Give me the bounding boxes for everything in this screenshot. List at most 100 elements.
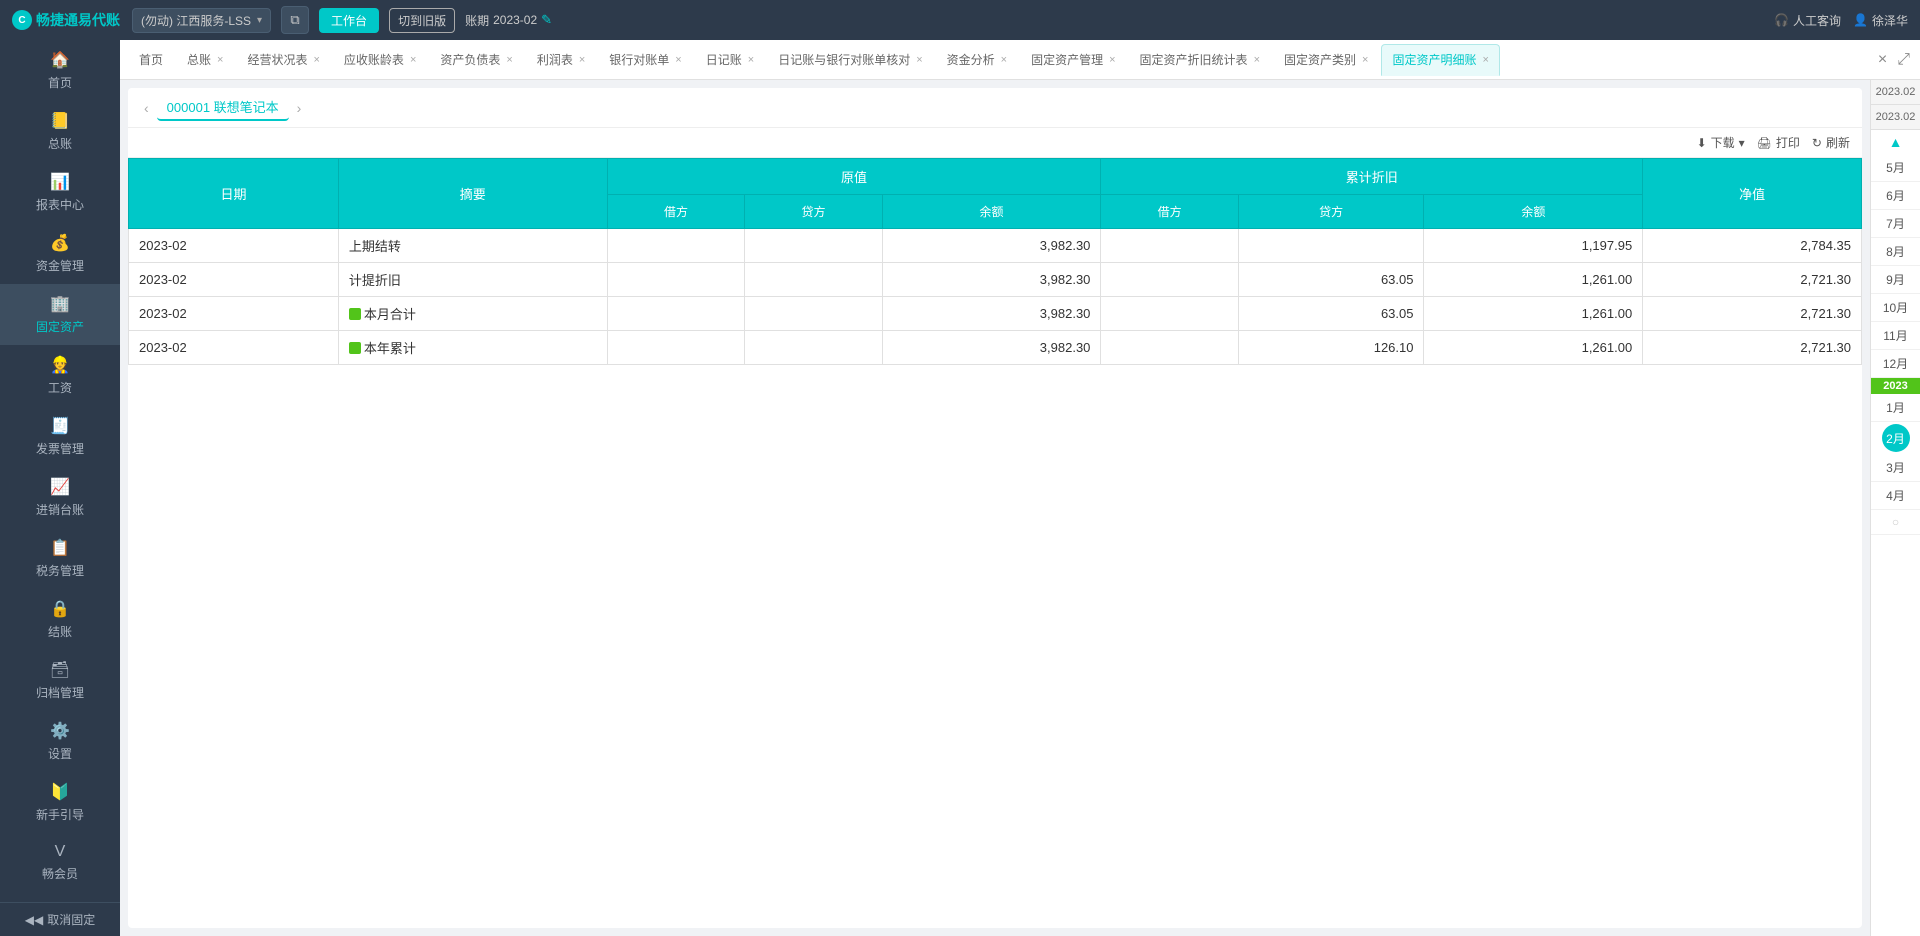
workbench-button[interactable]: 工作台	[319, 8, 379, 33]
tab-close-bank-voucher-tab[interactable]: ×	[675, 54, 681, 66]
tab-close-fixed-manage-tab[interactable]: ×	[1109, 54, 1115, 66]
tab-journal-tab[interactable]: 日记账×	[695, 44, 765, 76]
headset-icon: 🎧	[1774, 13, 1789, 27]
cell-net-value: 2,721.30	[1643, 331, 1862, 365]
cell-date: 2023-02	[129, 229, 339, 263]
tab-close-status-tab[interactable]: ×	[313, 54, 319, 66]
sidebar-item-wages[interactable]: 👷 工资	[0, 345, 120, 406]
user-menu[interactable]: 👤 徐泽华	[1853, 12, 1908, 29]
unpin-sidebar-button[interactable]: ◀◀ 取消固定	[0, 902, 120, 936]
tab-fixed-manage-tab[interactable]: 固定资产管理 ×	[1020, 44, 1126, 76]
company-chevron-icon: ▾	[257, 15, 262, 26]
tab-close-journal-bank-tab[interactable]: ×	[916, 54, 922, 66]
tab-status-tab[interactable]: 经营状况表×	[236, 44, 330, 76]
tab-fixed-deprec-tab[interactable]: 固定资产折旧统计表×	[1129, 44, 1271, 76]
user-service-button[interactable]: 🎧 人工客询	[1774, 12, 1841, 29]
cell-date: 2023-02	[129, 297, 339, 331]
tab-receivable-tab[interactable]: 应收账龄表×	[333, 44, 427, 76]
company-name: (勿动) 江西服务-LSS	[141, 12, 251, 29]
tab-label-bank-voucher-tab: 银行对账单	[609, 51, 669, 68]
tab-bank-voucher-tab[interactable]: 银行对账单 ×	[598, 44, 692, 76]
switch-version-button[interactable]: 切到旧版	[389, 8, 455, 33]
tab-close-journal-tab[interactable]: ×	[748, 54, 754, 66]
print-button[interactable]: 🖨 打印	[1757, 134, 1800, 151]
month-item-1[interactable]: 6月	[1871, 182, 1920, 210]
col-orig-balance-header: 余额	[882, 195, 1101, 229]
sidebar-label-sales: 进销台账	[36, 501, 84, 518]
tab-close-ledger-tab[interactable]: ×	[217, 54, 223, 66]
tab-close-receivable-tab[interactable]: ×	[410, 54, 416, 66]
month-item-2[interactable]: 7月	[1871, 210, 1920, 238]
sidebar-item-fixed-assets[interactable]: 🏢 固定资产	[0, 284, 120, 345]
right-panel-year-top[interactable]: 2023.02	[1871, 80, 1920, 105]
month-2023-item-0[interactable]: 1月	[1871, 394, 1920, 422]
sidebar-icon-capital: 💰	[50, 233, 70, 253]
header-right: 🎧 人工客询 👤 徐泽华	[1774, 12, 1908, 29]
sub-tab-item[interactable]: 000001 联想笔记本	[157, 94, 289, 121]
tab-close-fixed-detail-tab[interactable]: ×	[1482, 54, 1488, 66]
period-edit-icon[interactable]: ✎	[541, 12, 552, 28]
up-arrow-icon[interactable]: ▲	[1871, 130, 1920, 154]
close-tab-button[interactable]: ×	[1876, 49, 1889, 71]
month-item-0[interactable]: 5月	[1871, 154, 1920, 182]
maximize-tab-button[interactable]: ⤢	[1895, 49, 1912, 71]
tab-label-fixed-category-tab: 固定资产类别	[1284, 51, 1356, 68]
period-prefix: 账期	[465, 12, 489, 29]
app-name: 畅捷通易代账	[36, 10, 120, 30]
tab-fixed-category-tab[interactable]: 固定资产类别 ×	[1273, 44, 1379, 76]
col-orig-debit-header: 借方	[607, 195, 744, 229]
company-selector[interactable]: (勿动) 江西服务-LSS ▾	[132, 8, 271, 33]
sidebar-item-capital[interactable]: 💰 资金管理	[0, 223, 120, 284]
sidebar-item-guide[interactable]: 🔰 新手引导	[0, 772, 120, 833]
tab-profit-tab[interactable]: 利润表×	[526, 44, 596, 76]
tab-capital-analysis-tab[interactable]: 资金分析×	[936, 44, 1018, 76]
month-item-3[interactable]: 8月	[1871, 238, 1920, 266]
tab-close-capital-analysis-tab[interactable]: ×	[1001, 54, 1007, 66]
tab-close-fixed-deprec-tab[interactable]: ×	[1254, 54, 1260, 66]
sidebar-label-invoice: 发票管理	[36, 440, 84, 457]
month-item-6[interactable]: 11月	[1871, 322, 1920, 350]
sidebar-item-home[interactable]: 🏠 首页	[0, 40, 120, 101]
tab-fixed-detail-tab[interactable]: 固定资产明细账×	[1381, 44, 1499, 76]
download-chevron-icon: ▾	[1739, 136, 1745, 150]
tab-home-tab[interactable]: 首页	[128, 44, 174, 76]
sidebar-item-sales[interactable]: 📈 进销台账	[0, 467, 120, 528]
month-item-4[interactable]: 9月	[1871, 266, 1920, 294]
sidebar-item-member[interactable]: V 畅会员	[0, 833, 120, 892]
tab-close-profit-tab[interactable]: ×	[579, 54, 585, 66]
month-item-7[interactable]: 12月	[1871, 350, 1920, 378]
unpin-label: 取消固定	[47, 911, 95, 928]
cell-net-value: 2,784.35	[1643, 229, 1862, 263]
cell-dep-credit: 126.10	[1238, 331, 1424, 365]
month-item-5[interactable]: 10月	[1871, 294, 1920, 322]
tab-journal-bank-tab[interactable]: 日记账与银行对账单核对×	[767, 44, 933, 76]
sidebar-label-ledger: 总账	[48, 135, 72, 152]
month-2023-item-3[interactable]: 4月	[1871, 482, 1920, 510]
sidebar-item-archive[interactable]: 🗃 归档管理	[0, 650, 120, 711]
refresh-button[interactable]: ↻ 刷新	[1812, 134, 1850, 151]
cell-orig-credit	[745, 331, 882, 365]
tab-label-balance-tab: 资产负债表	[440, 51, 500, 68]
copy-icon[interactable]: ⧉	[281, 6, 309, 34]
top-header: C 畅捷通易代账 (勿动) 江西服务-LSS ▾ ⧉ 工作台 切到旧版 账期 2…	[0, 0, 1920, 40]
next-sub-tab-button[interactable]: ›	[293, 98, 306, 118]
sidebar-item-settings[interactable]: ⚙️ 设置	[0, 711, 120, 772]
tab-ledger-tab[interactable]: 总账×	[176, 44, 234, 76]
month-2023-item-2[interactable]: 3月	[1871, 454, 1920, 482]
tab-label-fixed-manage-tab: 固定资产管理	[1031, 51, 1103, 68]
sidebar-item-closing[interactable]: 🔒 结账	[0, 589, 120, 650]
tab-balance-tab[interactable]: 资产负债表 ×	[429, 44, 523, 76]
download-button[interactable]: ⬇ 下载 ▾	[1697, 134, 1745, 151]
sidebar-item-invoice[interactable]: 🧾 发票管理	[0, 406, 120, 467]
cell-dep-balance: 1,197.95	[1424, 229, 1643, 263]
prev-sub-tab-button[interactable]: ‹	[140, 98, 153, 118]
period-label: 账期 2023-02 ✎	[465, 12, 552, 29]
right-panel-year-top2[interactable]: 2023.02	[1871, 105, 1920, 130]
sidebar-item-tax[interactable]: 📋 税务管理	[0, 528, 120, 589]
sidebar-item-ledger[interactable]: 📒 总账	[0, 101, 120, 162]
tab-close-fixed-category-tab[interactable]: ×	[1362, 54, 1368, 66]
sidebar-item-reports[interactable]: 📊 报表中心	[0, 162, 120, 223]
app-logo: C 畅捷通易代账	[12, 10, 122, 30]
month-2023-item-1[interactable]: 2月	[1882, 424, 1910, 452]
tab-close-balance-tab[interactable]: ×	[506, 54, 512, 66]
